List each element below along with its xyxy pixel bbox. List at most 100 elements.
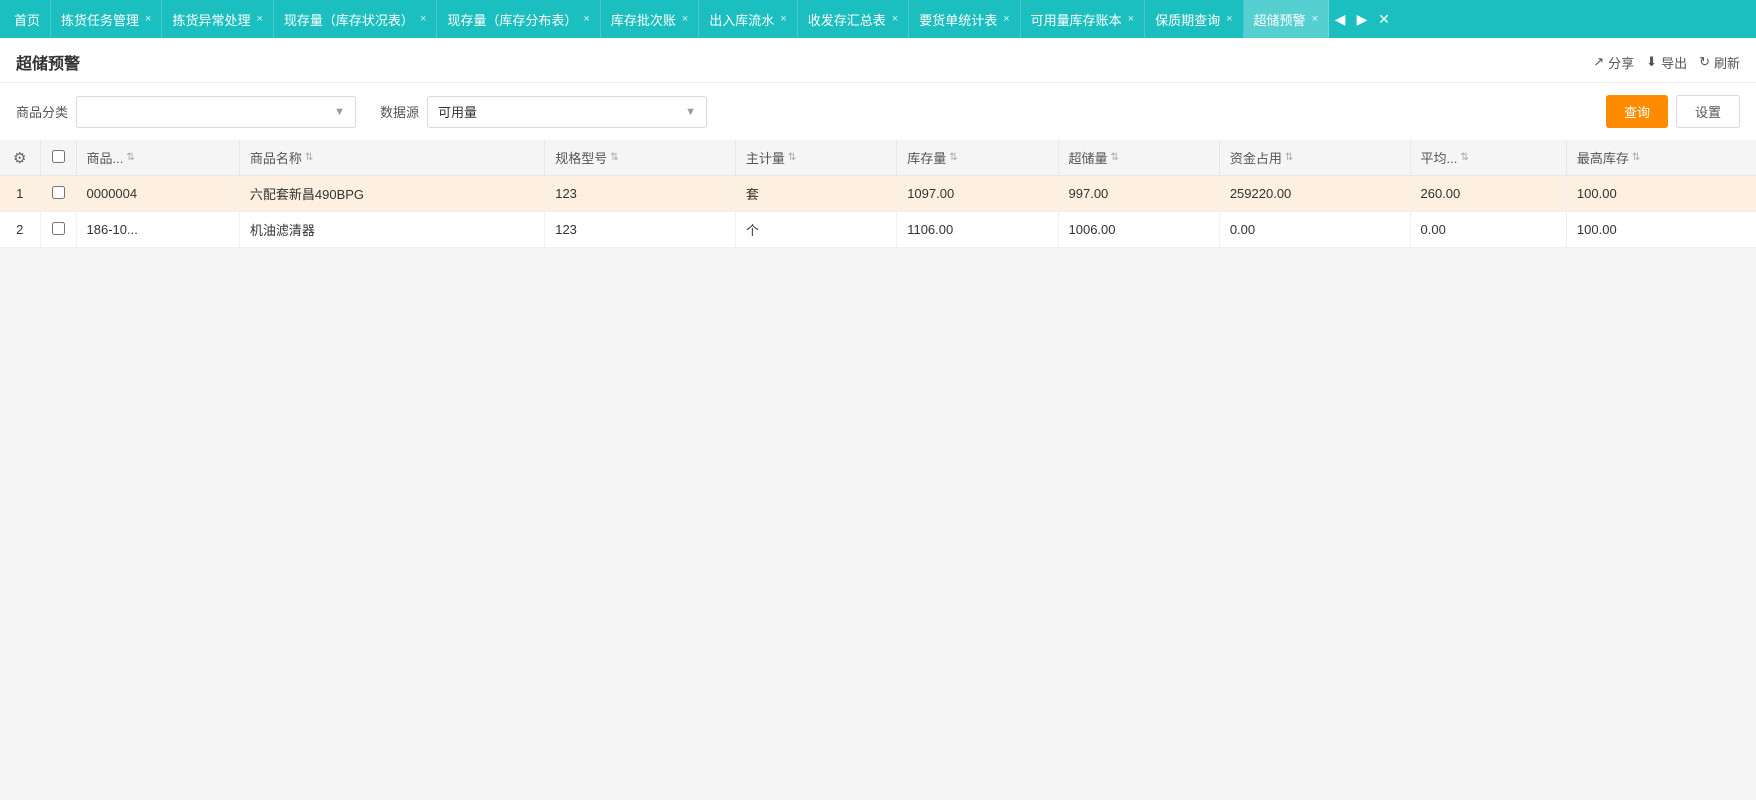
sort-icon: ⇅ (126, 152, 134, 163)
row-checkbox[interactable] (52, 186, 65, 199)
share-button[interactable]: ↗ 分享 (1593, 53, 1634, 72)
nav-tab-summary[interactable]: 收发存汇总表 × (798, 0, 909, 38)
settings-button[interactable]: 设置 (1676, 95, 1740, 128)
close-icon[interactable]: × (420, 13, 426, 25)
row-overstock: 997.00 (1058, 176, 1219, 212)
sort-icon: ⇅ (1285, 152, 1293, 163)
row-checkbox-cell (40, 212, 76, 248)
row-index: 1 (0, 176, 40, 212)
top-nav: 首页 拣货任务管理 × 拣货异常处理 × 现存量（库存状况表） × 现存量（库存… (0, 0, 1756, 38)
close-icon[interactable]: × (1312, 13, 1318, 25)
category-filter-group: 商品分类 ▼ (16, 96, 356, 128)
row-spec: 123 (545, 212, 736, 248)
select-all-checkbox[interactable] (52, 150, 65, 163)
col-header-max[interactable]: 最高库存 ⇅ (1566, 140, 1756, 176)
chevron-down-icon: ▼ (685, 106, 696, 118)
close-icon[interactable]: × (145, 13, 151, 25)
col-header-avg[interactable]: 平均... ⇅ (1410, 140, 1566, 176)
sort-icon: ⇅ (1460, 152, 1468, 163)
page-title: 超储预警 (16, 50, 80, 74)
category-label: 商品分类 (16, 102, 68, 121)
close-icon[interactable]: × (1003, 13, 1009, 25)
col-header-checkbox (40, 140, 76, 176)
row-capital: 0.00 (1219, 212, 1410, 248)
nav-tab-overstock[interactable]: 超储预警 × (1244, 0, 1329, 38)
chevron-down-icon: ▼ (334, 106, 345, 118)
sort-icon: ⇅ (1632, 152, 1640, 163)
nav-tab-order-stats[interactable]: 要货单统计表 × (909, 0, 1020, 38)
nav-tab-stock-dist[interactable]: 现存量（库存分布表） × (437, 0, 600, 38)
col-header-product-code[interactable]: 商品... ⇅ (76, 140, 239, 176)
row-checkbox-cell (40, 176, 76, 212)
close-icon[interactable]: × (892, 13, 898, 25)
row-unit: 个 (735, 212, 896, 248)
export-button[interactable]: ⬇ 导出 (1646, 53, 1687, 72)
row-product-name: 六配套新昌490BPG (239, 176, 544, 212)
nav-close-button[interactable]: ✕ (1373, 0, 1395, 38)
close-icon[interactable]: × (1226, 13, 1232, 25)
row-overstock: 1006.00 (1058, 212, 1219, 248)
nav-tab-expiry[interactable]: 保质期查询 × (1145, 0, 1243, 38)
nav-tab-batch[interactable]: 库存批次账 × (601, 0, 699, 38)
export-icon: ⬇ (1646, 54, 1657, 70)
sort-icon: ⇅ (949, 152, 957, 163)
nav-tab-available[interactable]: 可用量库存账本 × (1021, 0, 1145, 38)
nav-next-button[interactable]: ▶ (1351, 0, 1373, 38)
row-max-stock: 100.00 (1566, 176, 1756, 212)
sort-icon: ⇅ (788, 152, 796, 163)
sort-icon: ⇅ (305, 152, 313, 163)
row-spec: 123 (545, 176, 736, 212)
col-header-gear: ⚙ (0, 140, 40, 176)
datasource-filter-group: 数据源 可用量 ▼ (380, 96, 707, 128)
main-content: 超储预警 ↗ 分享 ⬇ 导出 ↻ 刷新 商品分类 ▼ 数据源 (0, 38, 1756, 248)
share-icon: ↗ (1593, 54, 1604, 70)
nav-tab-stock-status[interactable]: 现存量（库存状况表） × (274, 0, 437, 38)
category-select[interactable]: ▼ (76, 96, 356, 128)
table-row: 2 186-10... 机油滤清器 123 个 1106.00 1006.00 … (0, 212, 1756, 248)
table-header-row: ⚙ 商品... ⇅ 商品名称 ⇅ (0, 140, 1756, 176)
datasource-label: 数据源 (380, 102, 419, 121)
close-icon[interactable]: × (780, 13, 786, 25)
row-avg: 0.00 (1410, 212, 1566, 248)
close-icon[interactable]: × (1128, 13, 1134, 25)
col-header-unit[interactable]: 主计量 ⇅ (735, 140, 896, 176)
col-header-stock[interactable]: 库存量 ⇅ (897, 140, 1058, 176)
query-button[interactable]: 查询 (1606, 95, 1668, 128)
sort-icon: ⇅ (1111, 152, 1119, 163)
row-stock: 1106.00 (897, 212, 1058, 248)
filter-area: 商品分类 ▼ 数据源 可用量 ▼ 查询 设置 (0, 83, 1756, 140)
nav-tab-home[interactable]: 首页 (4, 0, 51, 38)
close-icon[interactable]: × (583, 13, 589, 25)
col-header-capital[interactable]: 资金占用 ⇅ (1219, 140, 1410, 176)
col-header-product-name[interactable]: 商品名称 ⇅ (239, 140, 544, 176)
row-checkbox[interactable] (52, 222, 65, 235)
col-header-spec[interactable]: 规格型号 ⇅ (545, 140, 736, 176)
row-index: 2 (0, 212, 40, 248)
nav-tab-inout[interactable]: 出入库流水 × (699, 0, 797, 38)
gear-icon[interactable]: ⚙ (13, 150, 26, 167)
close-icon[interactable]: × (682, 13, 688, 25)
datasource-select-value: 可用量 (438, 102, 477, 121)
col-header-overstock[interactable]: 超储量 ⇅ (1058, 140, 1219, 176)
row-max-stock: 100.00 (1566, 212, 1756, 248)
refresh-icon: ↻ (1699, 54, 1710, 70)
nav-tab-task[interactable]: 拣货任务管理 × (51, 0, 162, 38)
row-avg: 260.00 (1410, 176, 1566, 212)
sort-icon: ⇅ (610, 152, 618, 163)
filter-actions: 查询 设置 (1606, 95, 1740, 128)
row-product-code: 0000004 (76, 176, 239, 212)
datasource-select[interactable]: 可用量 ▼ (427, 96, 707, 128)
row-unit: 套 (735, 176, 896, 212)
table-container: ⚙ 商品... ⇅ 商品名称 ⇅ (0, 140, 1756, 248)
page-header: 超储预警 ↗ 分享 ⬇ 导出 ↻ 刷新 (0, 38, 1756, 83)
refresh-button[interactable]: ↻ 刷新 (1699, 53, 1740, 72)
nav-tab-exception[interactable]: 拣货异常处理 × (162, 0, 273, 38)
header-actions: ↗ 分享 ⬇ 导出 ↻ 刷新 (1593, 53, 1740, 72)
row-product-name: 机油滤清器 (239, 212, 544, 248)
nav-prev-button[interactable]: ◀ (1329, 0, 1351, 38)
row-stock: 1097.00 (897, 176, 1058, 212)
table-row: 1 0000004 六配套新昌490BPG 123 套 1097.00 997.… (0, 176, 1756, 212)
row-capital: 259220.00 (1219, 176, 1410, 212)
row-product-code: 186-10... (76, 212, 239, 248)
close-icon[interactable]: × (256, 13, 262, 25)
